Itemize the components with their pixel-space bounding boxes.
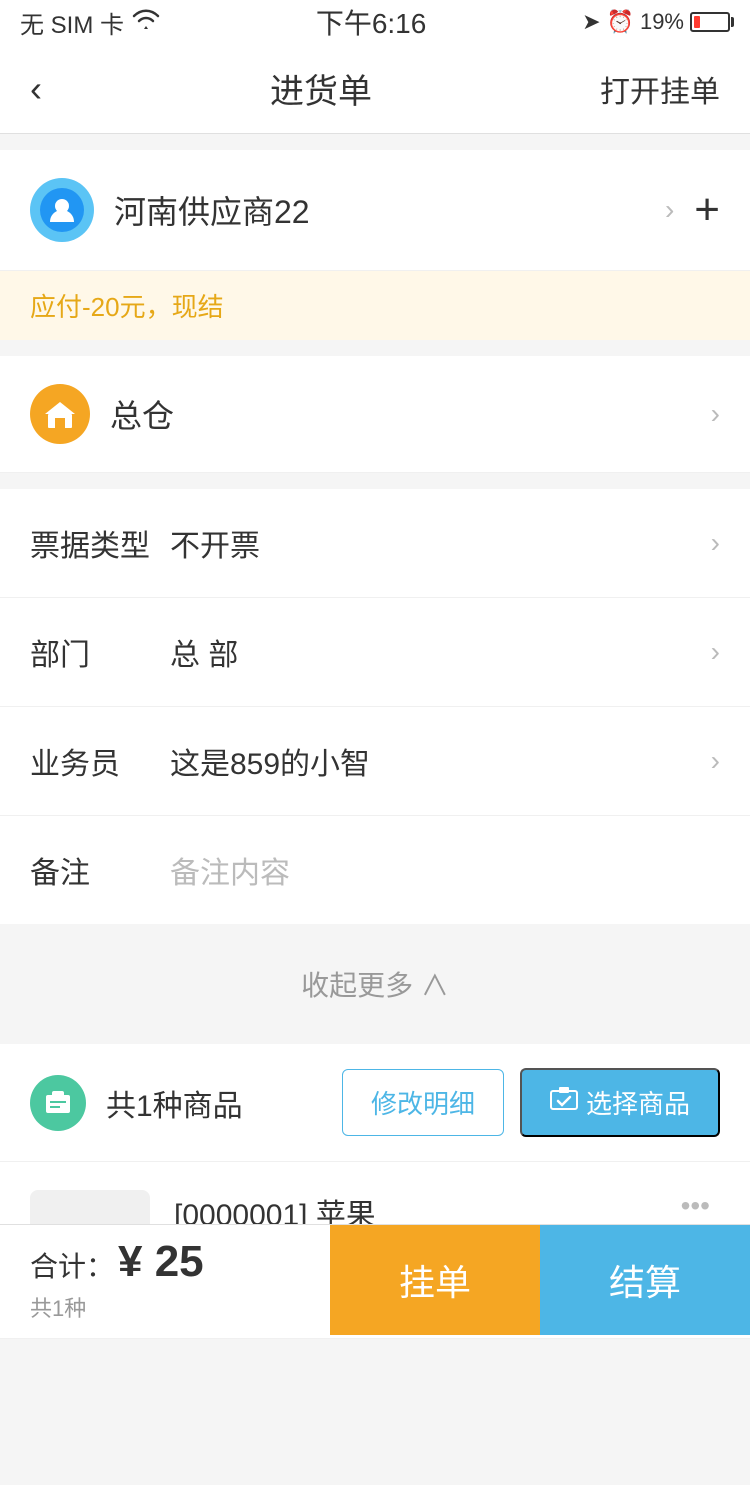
- footer-spacer: [0, 1355, 750, 1485]
- form-row-salesperson[interactable]: 业务员 这是859的小智 ›: [0, 707, 750, 816]
- sales-value: 这是859的小智: [150, 739, 711, 783]
- avatar-inner: [40, 188, 84, 232]
- footer: 合计： ¥ 25 共1种 挂单 结算: [0, 1224, 750, 1334]
- product-count-icon: [30, 1075, 86, 1131]
- total-amount: ¥ 25: [118, 1237, 204, 1287]
- form-section: 票据类型 不开票 › 部门 总 部 › 业务员 这是859的小智 › 备注 备注…: [0, 489, 750, 924]
- alarm-icon: ⏰: [607, 9, 634, 35]
- select-icon: [550, 1087, 578, 1118]
- ticket-chevron-icon: ›: [711, 527, 720, 559]
- dept-value: 总 部: [150, 630, 711, 674]
- warehouse-section: 总仓 ›: [0, 356, 750, 473]
- supplier-row[interactable]: 河南供应商22 › +: [0, 150, 750, 271]
- supplier-section: 河南供应商22 › + 应付-20元，现结: [0, 150, 750, 340]
- form-row-department[interactable]: 部门 总 部 ›: [0, 598, 750, 707]
- collapse-text: 收起更多 ∧: [301, 970, 449, 1001]
- carrier-text: 无 SIM 卡: [20, 5, 124, 40]
- supplier-avatar: [30, 178, 94, 242]
- total-label: 合计：: [30, 1245, 114, 1285]
- footer-total: 合计： ¥ 25 共1种: [0, 1237, 330, 1323]
- spacer-1: [0, 134, 750, 150]
- supplier-name: 河南供应商22: [114, 187, 665, 233]
- notice-text: 应付-20元，现结: [30, 292, 224, 322]
- notice-bar: 应付-20元，现结: [0, 271, 750, 340]
- battery-icon: [690, 12, 730, 32]
- pending-button[interactable]: 挂单: [330, 1225, 540, 1335]
- ticket-label: 票据类型: [30, 521, 150, 565]
- select-product-button[interactable]: 选择商品: [520, 1068, 720, 1137]
- product-count-text: 共1种商品: [106, 1081, 342, 1125]
- supplier-chevron-icon: ›: [665, 194, 674, 226]
- checkout-button[interactable]: 结算: [540, 1225, 750, 1335]
- location-icon: ➤: [582, 9, 600, 35]
- form-row-ticket[interactable]: 票据类型 不开票 ›: [0, 489, 750, 598]
- wifi-icon: [132, 8, 160, 37]
- open-pending-button[interactable]: 打开挂单: [600, 67, 720, 111]
- sales-chevron-icon: ›: [711, 745, 720, 777]
- collapse-bar[interactable]: 收起更多 ∧: [0, 940, 750, 1028]
- add-supplier-button[interactable]: +: [694, 185, 720, 235]
- warehouse-name: 总仓: [110, 391, 711, 437]
- remark-placeholder: 备注内容: [150, 848, 720, 892]
- status-bar: 无 SIM 卡 下午6:16 ➤ ⏰ 19%: [0, 0, 750, 44]
- dept-label: 部门: [30, 630, 150, 674]
- warehouse-row[interactable]: 总仓 ›: [0, 356, 750, 473]
- warehouse-icon: [30, 384, 90, 444]
- form-row-remark[interactable]: 备注 备注内容: [0, 816, 750, 924]
- product-header: 共1种商品 修改明细 选择商品: [0, 1044, 750, 1162]
- back-button[interactable]: ‹: [30, 68, 42, 110]
- more-options-button[interactable]: •••: [671, 1190, 720, 1222]
- dept-chevron-icon: ›: [711, 636, 720, 668]
- battery-percent: 19%: [640, 9, 684, 35]
- total-count: 共1种: [30, 1291, 300, 1323]
- status-right: ➤ ⏰ 19%: [582, 9, 730, 35]
- status-time: 下午6:16: [316, 2, 427, 42]
- spacer-2: [0, 1028, 750, 1044]
- page-title: 进货单: [270, 64, 372, 113]
- remark-label: 备注: [30, 848, 150, 892]
- nav-bar: ‹ 进货单 打开挂单: [0, 44, 750, 134]
- warehouse-chevron-icon: ›: [711, 398, 720, 430]
- edit-detail-button[interactable]: 修改明细: [342, 1069, 504, 1136]
- sales-label: 业务员: [30, 739, 150, 783]
- ticket-value: 不开票: [150, 521, 711, 565]
- select-product-label: 选择商品: [586, 1084, 690, 1121]
- status-left: 无 SIM 卡: [20, 5, 160, 40]
